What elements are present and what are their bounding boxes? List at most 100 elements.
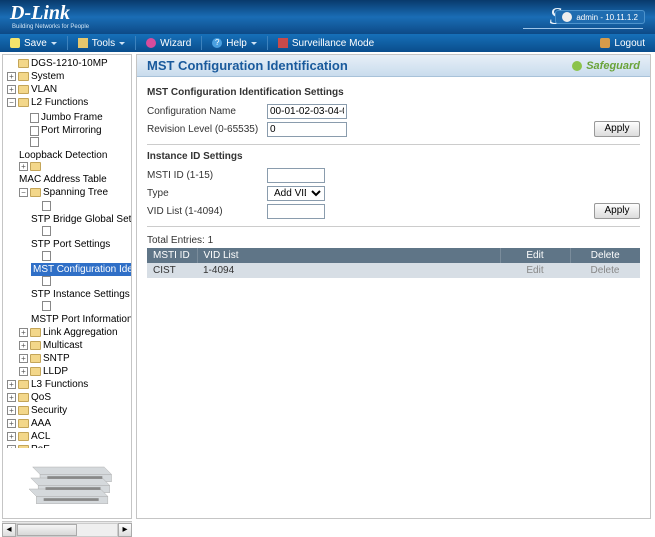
- cfg-name-input[interactable]: [267, 104, 347, 119]
- content: MST Configuration Identification Safegua…: [136, 54, 651, 519]
- section-instance: Instance ID Settings: [147, 151, 640, 162]
- safeguard-icon: [572, 61, 582, 71]
- scroll-thumb[interactable]: [17, 524, 77, 536]
- logout-button[interactable]: Logout: [596, 38, 649, 49]
- msti-input[interactable]: [267, 168, 325, 183]
- edit-link[interactable]: Edit: [500, 263, 570, 278]
- folder-icon: [18, 432, 29, 441]
- admin-info[interactable]: admin - 10.11.1.2: [555, 10, 645, 24]
- tree-multicast[interactable]: +Multicast: [19, 339, 129, 352]
- page-icon: [30, 126, 39, 136]
- header: D-Link Building Networks for People Smar…: [0, 0, 655, 34]
- delete-link[interactable]: Delete: [570, 263, 640, 278]
- tree-qos[interactable]: +QoS: [7, 391, 129, 404]
- page-titlebar: MST Configuration Identification Safegua…: [137, 55, 650, 77]
- folder-icon: [30, 188, 41, 197]
- th-edit: Edit: [500, 248, 570, 263]
- instance-table: MSTI ID VID List Edit Delete CIST 1-4094…: [147, 248, 640, 278]
- expand-icon[interactable]: +: [7, 419, 16, 428]
- expand-icon[interactable]: +: [19, 328, 28, 337]
- expand-icon[interactable]: +: [19, 341, 28, 350]
- user-icon: [562, 12, 572, 22]
- collapse-icon[interactable]: −: [19, 188, 28, 197]
- surveillance-label: Surveillance Mode: [292, 38, 374, 49]
- expand-icon[interactable]: +: [19, 367, 28, 376]
- page-icon: [42, 251, 51, 261]
- vid-input[interactable]: [267, 204, 325, 219]
- wizard-button[interactable]: Wizard: [142, 38, 195, 49]
- tree-security[interactable]: +Security: [7, 404, 129, 417]
- chevron-down-icon: [51, 42, 57, 48]
- tree-l3[interactable]: +L3 Functions: [7, 378, 129, 391]
- th-delete: Delete: [570, 248, 640, 263]
- tree-stp[interactable]: −Spanning Tree STP Bridge Global Setting…: [19, 186, 129, 326]
- tree-mst-cfg[interactable]: MST Configuration Identific: [31, 251, 129, 276]
- toolbar: Save Tools Wizard ?Help Surveillance Mod…: [0, 34, 655, 52]
- tree-system[interactable]: +System: [7, 70, 129, 83]
- vid-label: VID List (1-4094): [147, 206, 267, 217]
- page-icon: [42, 226, 51, 236]
- expand-icon[interactable]: +: [7, 406, 16, 415]
- page-title: MST Configuration Identification: [147, 58, 348, 73]
- tree-stp-bridge[interactable]: STP Bridge Global Settings: [31, 201, 129, 226]
- device-image: [3, 448, 131, 518]
- scroll-right-button[interactable]: ▸: [118, 523, 132, 537]
- logo: D-Link: [10, 2, 70, 25]
- tree-lldp[interactable]: +LLDP: [19, 365, 129, 378]
- tree-linkagg[interactable]: +Link Aggregation: [19, 326, 129, 339]
- folder-icon: [18, 419, 29, 428]
- surveillance-icon: [278, 38, 288, 48]
- folder-icon: [18, 72, 29, 81]
- folder-icon: [18, 85, 29, 94]
- cell-vid: 1-4094: [197, 263, 500, 278]
- expand-icon[interactable]: +: [7, 380, 16, 389]
- apply-button-2[interactable]: Apply: [594, 203, 640, 219]
- help-menu[interactable]: ?Help: [208, 38, 261, 49]
- type-select[interactable]: Add VID: [267, 186, 325, 201]
- surveillance-button[interactable]: Surveillance Mode: [274, 38, 378, 49]
- save-menu[interactable]: Save: [6, 38, 61, 49]
- switch-icon: [20, 456, 115, 511]
- tree-mirror[interactable]: Port Mirroring: [19, 124, 129, 137]
- tree-acl[interactable]: +ACL: [7, 430, 129, 443]
- page-icon: [42, 276, 51, 286]
- page-icon: [30, 113, 39, 123]
- th-msti: MSTI ID: [147, 248, 197, 263]
- expand-icon[interactable]: +: [7, 393, 16, 402]
- nav-tree: DGS-1210-10MP +System +VLAN −L2 Function…: [3, 55, 131, 448]
- apply-button-1[interactable]: Apply: [594, 121, 640, 137]
- tree-loopback[interactable]: Loopback Detection: [19, 137, 129, 162]
- msti-label: MSTI ID (1-15): [147, 170, 267, 181]
- tree-jumbo[interactable]: Jumbo Frame: [19, 111, 129, 124]
- type-label: Type: [147, 188, 267, 199]
- divider: [147, 226, 640, 227]
- tree-sntp[interactable]: +SNTP: [19, 352, 129, 365]
- rev-label: Revision Level (0-65535): [147, 124, 267, 135]
- th-vid: VID List: [197, 248, 500, 263]
- expand-icon[interactable]: +: [7, 72, 16, 81]
- tools-menu[interactable]: Tools: [74, 38, 129, 49]
- tree-stp-inst[interactable]: STP Instance Settings: [31, 276, 129, 301]
- tree-root[interactable]: DGS-1210-10MP: [7, 57, 129, 70]
- tree-l2[interactable]: −L2 Functions Jumbo Frame Port Mirroring…: [7, 96, 129, 378]
- scroll-track[interactable]: [16, 523, 118, 537]
- expand-icon[interactable]: +: [7, 432, 16, 441]
- help-label: Help: [226, 38, 247, 49]
- folder-icon: [30, 328, 41, 337]
- total-entries: Total Entries: 1: [147, 235, 640, 246]
- tree-stp-port[interactable]: STP Port Settings: [31, 226, 129, 251]
- folder-icon: [18, 406, 29, 415]
- collapse-icon[interactable]: −: [7, 98, 16, 107]
- expand-icon[interactable]: +: [7, 85, 16, 94]
- expand-icon[interactable]: +: [19, 162, 28, 171]
- rev-input[interactable]: [267, 122, 347, 137]
- section-mst-settings: MST Configuration Identification Setting…: [147, 87, 640, 98]
- tree-vlan[interactable]: +VLAN: [7, 83, 129, 96]
- sidebar-scrollbar[interactable]: ◂ ▸: [2, 521, 132, 537]
- scroll-left-button[interactable]: ◂: [2, 523, 16, 537]
- tree-mac[interactable]: +MAC Address Table: [19, 162, 129, 186]
- tools-label: Tools: [92, 38, 115, 49]
- tree-aaa[interactable]: +AAA: [7, 417, 129, 430]
- expand-icon[interactable]: +: [19, 354, 28, 363]
- tree-mstp-info[interactable]: MSTP Port Information: [31, 301, 129, 326]
